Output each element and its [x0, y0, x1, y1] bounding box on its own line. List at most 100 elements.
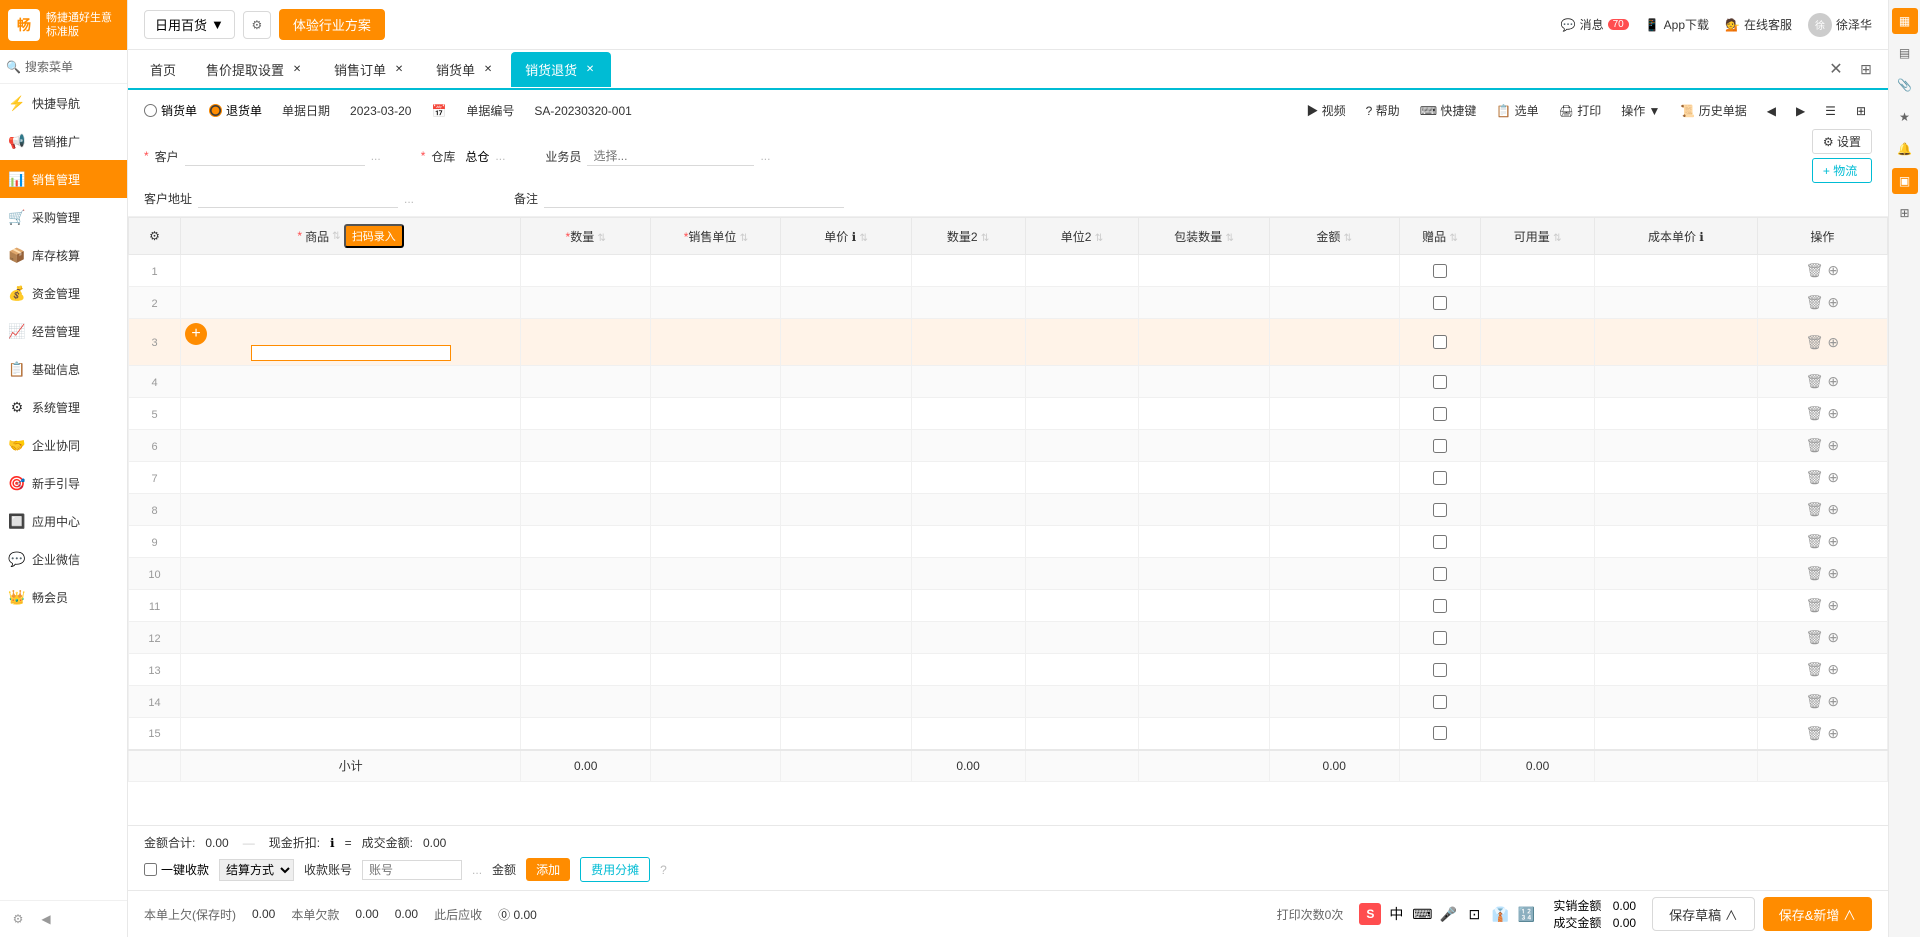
delete-icon-14[interactable]: 🗑 — [1806, 693, 1824, 710]
qty-cell-14[interactable] — [521, 686, 651, 718]
delete-icon-9[interactable]: 🗑 — [1806, 533, 1824, 550]
gift-checkbox-12[interactable] — [1433, 631, 1447, 645]
pack-cell-7[interactable] — [1139, 462, 1269, 494]
product-cell-3[interactable]: + — [181, 319, 521, 366]
qty-cell-7[interactable] — [521, 462, 651, 494]
operate-btn[interactable]: 操作 ▼ — [1615, 100, 1666, 121]
copy-icon-3[interactable]: ⊕ — [1827, 334, 1839, 351]
pack-cell-14[interactable] — [1139, 686, 1269, 718]
product-cell-8[interactable] — [181, 494, 521, 526]
pack-cell-12[interactable] — [1139, 622, 1269, 654]
qty2-cell-10[interactable] — [911, 558, 1025, 590]
delete-icon-2[interactable]: 🗑 — [1806, 294, 1824, 311]
select-btn[interactable]: 📋 选单 — [1490, 100, 1544, 121]
app-download-btn[interactable]: 📱 App下载 — [1645, 16, 1709, 33]
th-settings[interactable]: ⚙ — [129, 218, 181, 255]
product-cell-6[interactable] — [181, 430, 521, 462]
qty2-cell-5[interactable] — [911, 398, 1025, 430]
add-logistics-btn[interactable]: + 物流 — [1812, 158, 1872, 183]
sidebar-item-enterprise[interactable]: 🤝企业协同 — [0, 426, 127, 464]
qty-cell-12[interactable] — [521, 622, 651, 654]
qty-cell-10[interactable] — [521, 558, 651, 590]
copy-icon-5[interactable]: ⊕ — [1827, 405, 1839, 422]
unit-cell-15[interactable] — [651, 718, 781, 750]
sidebar-item-basic[interactable]: 📋基础信息 — [0, 350, 127, 388]
product-cell-13[interactable] — [181, 654, 521, 686]
unit2-cell-6[interactable] — [1025, 430, 1139, 462]
product-input-3[interactable] — [251, 345, 451, 361]
unit-cell-3[interactable] — [651, 319, 781, 366]
amount-cell-7[interactable] — [1269, 462, 1399, 494]
sidebar-settings-btn[interactable]: ⚙ — [8, 909, 28, 929]
experience-btn[interactable]: 体验行业方案 — [279, 9, 385, 40]
sidebar-item-sales[interactable]: 📊销售管理 — [0, 160, 127, 198]
unit-cell-7[interactable] — [651, 462, 781, 494]
pack-cell-13[interactable] — [1139, 654, 1269, 686]
right-tool-star[interactable]: ★ — [1892, 104, 1918, 130]
unit2-cell-11[interactable] — [1025, 590, 1139, 622]
tab-sales-order[interactable]: 销售订单✕ — [320, 52, 420, 87]
qty2-cell-2[interactable] — [911, 287, 1025, 319]
pack-cell-9[interactable] — [1139, 526, 1269, 558]
price-cell-14[interactable] — [781, 686, 911, 718]
delete-icon-10[interactable]: 🗑 — [1806, 565, 1824, 582]
header-settings-btn[interactable]: ⚙ — [243, 11, 271, 39]
price-cell-2[interactable] — [781, 287, 911, 319]
unit2-cell-14[interactable] — [1025, 686, 1139, 718]
sidebar-collapse-btn[interactable]: ◀ — [36, 909, 56, 929]
unit-cell-12[interactable] — [651, 622, 781, 654]
copy-icon-2[interactable]: ⊕ — [1827, 294, 1839, 311]
price-cell-6[interactable] — [781, 430, 911, 462]
sidebar-item-apps[interactable]: 🔲应用中心 — [0, 502, 127, 540]
sidebar-item-member[interactable]: 👑畅会员 — [0, 578, 127, 616]
unit2-cell-1[interactable] — [1025, 255, 1139, 287]
copy-icon-8[interactable]: ⊕ — [1827, 501, 1839, 518]
pack-cell-3[interactable] — [1139, 319, 1269, 366]
unit2-cell-9[interactable] — [1025, 526, 1139, 558]
save-new-btn[interactable]: 保存&新增 ∧ — [1763, 897, 1872, 931]
right-tool-grid[interactable]: ⊞ — [1892, 200, 1918, 226]
unit-cell-2[interactable] — [651, 287, 781, 319]
cost-cell-14[interactable] — [1595, 686, 1758, 718]
pack-cell-2[interactable] — [1139, 287, 1269, 319]
user-profile[interactable]: 徐 徐泽华 — [1808, 13, 1872, 37]
price-cell-9[interactable] — [781, 526, 911, 558]
tab-close-all[interactable]: ✕ — [1822, 55, 1850, 83]
cost-cell-6[interactable] — [1595, 430, 1758, 462]
copy-icon-1[interactable]: ⊕ — [1827, 262, 1839, 279]
pack-cell-5[interactable] — [1139, 398, 1269, 430]
sidebar-item-guide[interactable]: 🎯新手引导 — [0, 464, 127, 502]
history-btn[interactable]: 📜 历史单据 — [1674, 100, 1752, 121]
cost-cell-1[interactable] — [1595, 255, 1758, 287]
tool-icon-1[interactable]: S — [1359, 903, 1381, 925]
available-cell-4[interactable] — [1481, 366, 1595, 398]
qty-cell-11[interactable] — [521, 590, 651, 622]
sidebar-item-system[interactable]: ⚙系统管理 — [0, 388, 127, 426]
right-tool-box[interactable]: ▣ — [1892, 168, 1918, 194]
qty-cell-2[interactable] — [521, 287, 651, 319]
available-cell-9[interactable] — [1481, 526, 1595, 558]
delete-icon-15[interactable]: 🗑 — [1806, 725, 1824, 742]
delete-icon-6[interactable]: 🗑 — [1806, 437, 1824, 454]
amount-cell-2[interactable] — [1269, 287, 1399, 319]
tab-expand[interactable]: ⊞ — [1852, 55, 1880, 83]
category-select[interactable]: 日用百货 ▼ — [144, 10, 235, 39]
delete-icon-11[interactable]: 🗑 — [1806, 597, 1824, 614]
available-cell-12[interactable] — [1481, 622, 1595, 654]
amount-cell-13[interactable] — [1269, 654, 1399, 686]
salesperson-input[interactable] — [587, 147, 754, 166]
calendar-icon[interactable]: 📅 — [431, 104, 446, 118]
gift-checkbox-2[interactable] — [1433, 296, 1447, 310]
available-cell-1[interactable] — [1481, 255, 1595, 287]
gift-checkbox-4[interactable] — [1433, 375, 1447, 389]
address-input[interactable] — [198, 189, 398, 208]
tool-icon-2[interactable]: 中 — [1385, 903, 1407, 925]
customer-dots[interactable]: ... — [371, 149, 381, 163]
add-row-btn[interactable]: + — [185, 323, 207, 345]
one-click-checkbox[interactable] — [144, 863, 157, 876]
price-cell-13[interactable] — [781, 654, 911, 686]
qty-cell-1[interactable] — [521, 255, 651, 287]
qty-cell-9[interactable] — [521, 526, 651, 558]
cost-cell-5[interactable] — [1595, 398, 1758, 430]
price-cell-8[interactable] — [781, 494, 911, 526]
